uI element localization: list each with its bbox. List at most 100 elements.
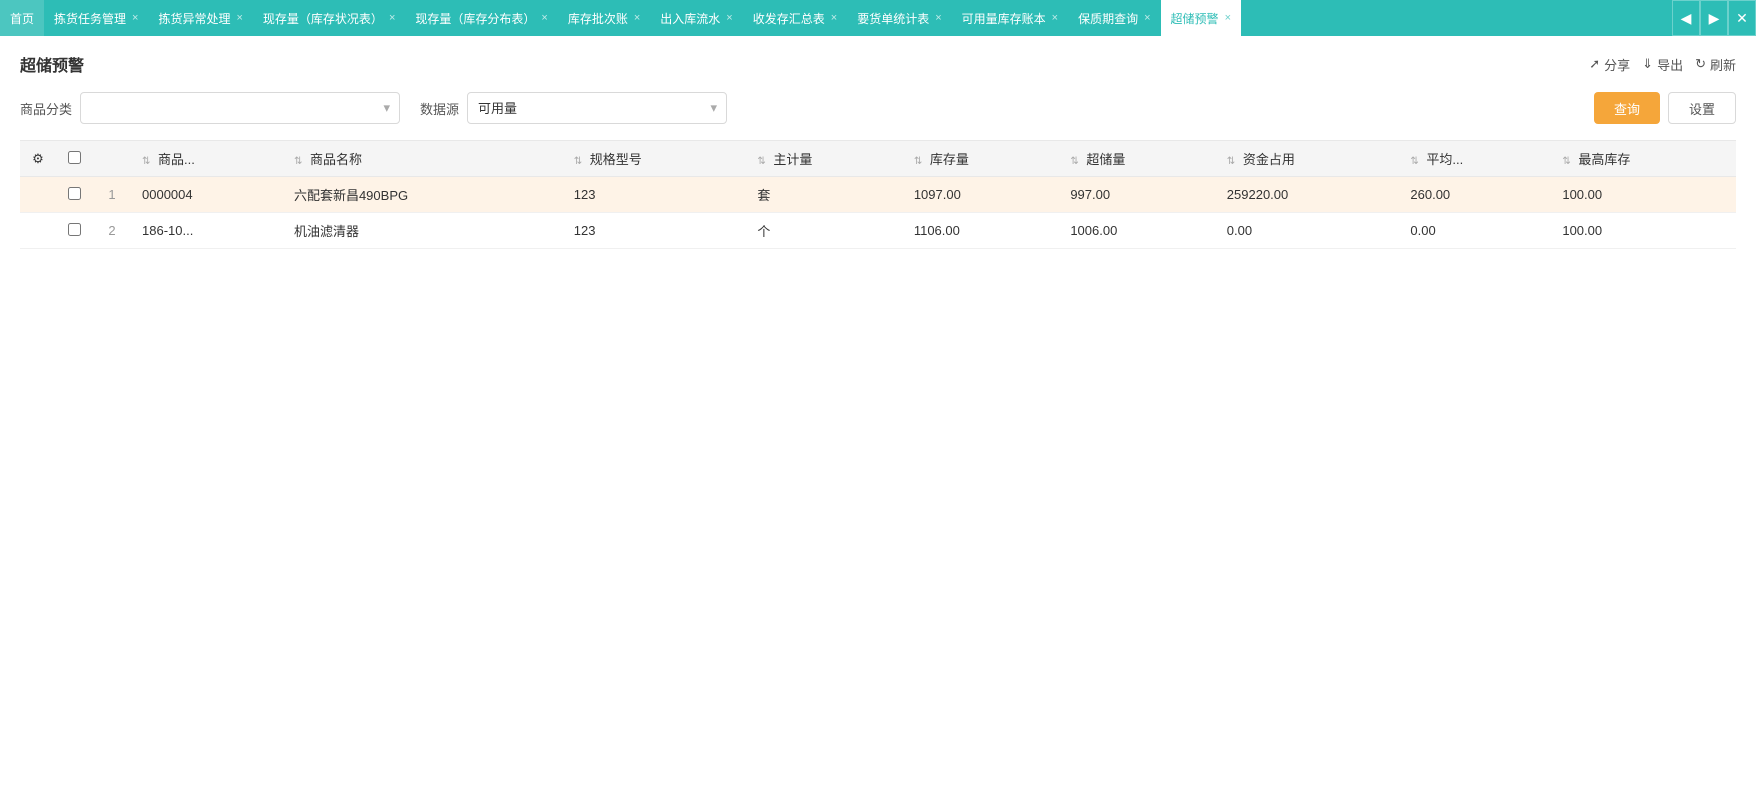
category-filter: 商品分类 (20, 92, 400, 124)
row-num-1: 2 (92, 213, 132, 249)
tab-close-icon-5[interactable]: × (634, 12, 640, 24)
nav-tab-7[interactable]: 收发存汇总表 × (743, 0, 847, 36)
export-label: 导出 (1657, 55, 1683, 74)
table-row: 1 0000004 六配套新昌490BPG 123 套 1097.00 997.… (20, 177, 1736, 213)
share-button[interactable]: ➚ 分享 (1589, 55, 1630, 74)
tab-close-icon-4[interactable]: × (541, 12, 547, 24)
row-name-0: 六配套新昌490BPG (284, 177, 564, 213)
tab-close-icon-11[interactable]: × (1225, 12, 1231, 24)
row-avg-0: 260.00 (1400, 177, 1552, 213)
share-label: 分享 (1604, 55, 1630, 74)
row-stock-0: 1097.00 (904, 177, 1060, 213)
data-table: ⚙ ⇅ 商品... ⇅ 商品名称 ⇅ 规格型号 (20, 140, 1736, 249)
row-check-0 (56, 177, 92, 213)
datasource-select-wrap: 可用量 (467, 92, 727, 124)
col-overflow-header[interactable]: ⇅ 超储量 (1060, 141, 1216, 177)
sort-arrows: ⇅ (294, 156, 302, 167)
row-gear-1 (20, 213, 56, 249)
nav-tab-5[interactable]: 库存批次账 × (558, 0, 650, 36)
row-name-1: 机油滤清器 (284, 213, 564, 249)
tab-close-icon-9[interactable]: × (1052, 12, 1058, 24)
category-select-wrap (80, 92, 400, 124)
nav-tab-6[interactable]: 出入库流水 × (650, 0, 742, 36)
export-icon: ⇓ (1642, 56, 1653, 72)
nav-tab-11[interactable]: 超储预警 × (1161, 0, 1241, 36)
nav-arrow-right[interactable]: ▶ (1700, 0, 1728, 36)
table-header: ⚙ ⇅ 商品... ⇅ 商品名称 ⇅ 规格型号 (20, 141, 1736, 177)
row-gear-0 (20, 177, 56, 213)
nav-tab-9[interactable]: 可用量库存账本 × (952, 0, 1068, 36)
table-body: 1 0000004 六配套新昌490BPG 123 套 1097.00 997.… (20, 177, 1736, 249)
col-unit-header[interactable]: ⇅ 主计量 (747, 141, 903, 177)
sort-arrows: ⇅ (1410, 156, 1418, 167)
datasource-select[interactable]: 可用量 (467, 92, 727, 124)
row-capital-1: 0.00 (1217, 213, 1401, 249)
col-code-header[interactable]: ⇅ 商品... (132, 141, 284, 177)
sort-arrows: ⇅ (1070, 156, 1078, 167)
category-select[interactable] (80, 92, 400, 124)
row-maxstock-1: 100.00 (1552, 213, 1736, 249)
nav-tab-8[interactable]: 要货单统计表 × (847, 0, 951, 36)
row-overflow-0: 997.00 (1060, 177, 1216, 213)
nav-tab-10[interactable]: 保质期查询 × (1068, 0, 1160, 36)
sort-arrows: ⇅ (574, 156, 582, 167)
sort-arrows: ⇅ (1562, 156, 1570, 167)
row-capital-0: 259220.00 (1217, 177, 1401, 213)
table-row: 2 186-10... 机油滤清器 123 个 1106.00 1006.00 … (20, 213, 1736, 249)
export-button[interactable]: ⇓ 导出 (1642, 55, 1683, 74)
datasource-filter: 数据源 可用量 (420, 92, 727, 124)
sort-arrows: ⇅ (1227, 156, 1235, 167)
tab-close-icon-3[interactable]: × (389, 12, 395, 24)
nav-arrows: ◀ ▶ ✕ (1672, 0, 1756, 36)
col-avg-header[interactable]: ⇅ 平均... (1400, 141, 1552, 177)
nav-tab-1[interactable]: 拣货任务管理 × (44, 0, 148, 36)
row-spec-0: 123 (564, 177, 748, 213)
sort-arrows: ⇅ (914, 156, 922, 167)
gear-icon[interactable]: ⚙ (32, 151, 44, 166)
nav-arrow-left[interactable]: ◀ (1672, 0, 1700, 36)
col-stock-header[interactable]: ⇅ 库存量 (904, 141, 1060, 177)
row-checkbox-1[interactable] (68, 223, 81, 236)
datasource-label: 数据源 (420, 99, 459, 118)
row-maxstock-0: 100.00 (1552, 177, 1736, 213)
tab-close-icon-8[interactable]: × (935, 12, 941, 24)
row-unit-1: 个 (747, 213, 903, 249)
row-unit-0: 套 (747, 177, 903, 213)
page-header: 超储预警 ➚ 分享 ⇓ 导出 ↻ 刷新 (20, 52, 1736, 76)
row-check-1 (56, 213, 92, 249)
nav-arrow-close[interactable]: ✕ (1728, 0, 1756, 36)
settings-button[interactable]: 设置 (1668, 92, 1736, 124)
query-button[interactable]: 查询 (1594, 92, 1660, 124)
row-overflow-1: 1006.00 (1060, 213, 1216, 249)
row-stock-1: 1106.00 (904, 213, 1060, 249)
nav-tab-0[interactable]: 首页 (0, 0, 44, 36)
col-spec-header[interactable]: ⇅ 规格型号 (564, 141, 748, 177)
tab-close-icon-1[interactable]: × (132, 12, 138, 24)
select-all-checkbox[interactable] (68, 151, 81, 164)
tab-close-icon-10[interactable]: × (1144, 12, 1150, 24)
col-name-header[interactable]: ⇅ 商品名称 (284, 141, 564, 177)
nav-tab-4[interactable]: 现存量（库存分布表） × (405, 0, 557, 36)
col-check-header (56, 141, 92, 177)
row-code-0: 0000004 (132, 177, 284, 213)
page-actions: ➚ 分享 ⇓ 导出 ↻ 刷新 (1589, 55, 1736, 74)
sort-arrows: ⇅ (757, 156, 765, 167)
nav-tab-3[interactable]: 现存量（库存状况表） × (253, 0, 405, 36)
filter-bar: 商品分类 数据源 可用量 查询 设置 (20, 92, 1736, 124)
tab-close-icon-7[interactable]: × (831, 12, 837, 24)
page-title: 超储预警 (20, 52, 84, 76)
share-icon: ➚ (1589, 56, 1600, 72)
tab-close-icon-2[interactable]: × (236, 12, 242, 24)
nav-tab-2[interactable]: 拣货异常处理 × (148, 0, 252, 36)
col-maxstock-header[interactable]: ⇅ 最高库存 (1552, 141, 1736, 177)
row-checkbox-0[interactable] (68, 187, 81, 200)
col-capital-header[interactable]: ⇅ 资金占用 (1217, 141, 1401, 177)
refresh-label: 刷新 (1710, 55, 1736, 74)
top-nav: 首页拣货任务管理 ×拣货异常处理 ×现存量（库存状况表） ×现存量（库存分布表）… (0, 0, 1756, 36)
refresh-button[interactable]: ↻ 刷新 (1695, 55, 1736, 74)
col-num-header (92, 141, 132, 177)
row-num-0: 1 (92, 177, 132, 213)
tab-close-icon-6[interactable]: × (726, 12, 732, 24)
sort-arrows: ⇅ (142, 156, 150, 167)
row-spec-1: 123 (564, 213, 748, 249)
